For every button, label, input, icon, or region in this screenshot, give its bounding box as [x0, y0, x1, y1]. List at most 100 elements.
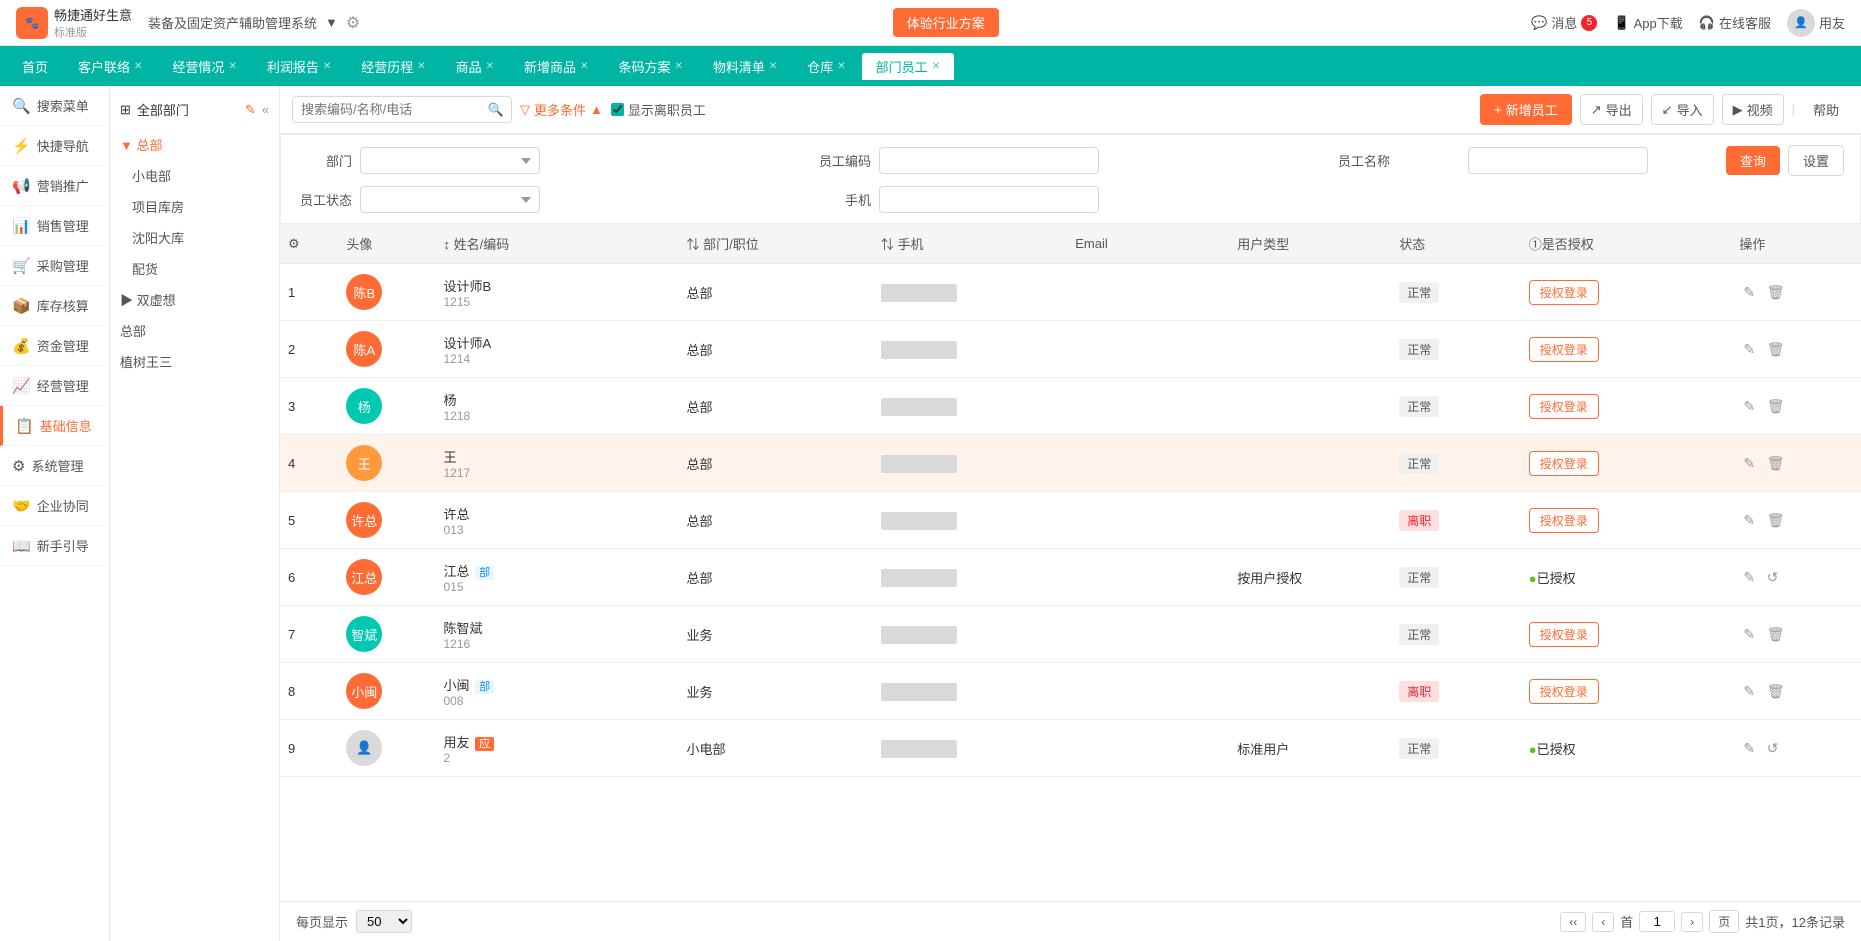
tab-home[interactable]: 首页: [8, 53, 62, 80]
close-icon[interactable]: ✕: [932, 61, 940, 72]
delete-btn[interactable]: ↺: [1763, 738, 1783, 759]
dept-edit-icon[interactable]: ✎: [245, 102, 256, 118]
dept-child-distribution[interactable]: 配货: [110, 253, 279, 284]
app-download-btn[interactable]: 📱 App下载: [1613, 13, 1682, 32]
dept-node-planting[interactable]: 植树王三: [110, 346, 279, 377]
dept-child-shenyang[interactable]: 沈阳大库: [110, 222, 279, 253]
search-input[interactable]: [292, 96, 512, 123]
dept-node-general[interactable]: ▼ 总部: [110, 129, 279, 160]
dept-node-hq[interactable]: 总部: [110, 315, 279, 346]
search-icon[interactable]: 🔍: [488, 102, 504, 118]
delete-btn[interactable]: ↺: [1763, 567, 1783, 588]
prev-page-btn[interactable]: ‹: [1592, 912, 1614, 932]
close-icon[interactable]: ✕: [417, 61, 425, 72]
edit-btn[interactable]: ✎: [1739, 453, 1759, 474]
edit-btn[interactable]: ✎: [1739, 282, 1759, 303]
tab-customer[interactable]: 客户联络 ✕: [64, 53, 156, 80]
add-employee-btn[interactable]: + 新增员工: [1480, 94, 1572, 125]
tab-barcode[interactable]: 条码方案 ✕: [604, 53, 696, 80]
delete-btn[interactable]: 🗑: [1763, 510, 1789, 531]
authorize-btn[interactable]: 授权登录: [1529, 679, 1599, 704]
sidebar-item-basic[interactable]: 📋 基础信息: [0, 406, 109, 446]
edit-btn[interactable]: ✎: [1739, 339, 1759, 360]
sidebar-item-sales[interactable]: 📊 销售管理: [0, 206, 109, 246]
resigned-checkbox-input[interactable]: [611, 103, 624, 116]
edit-btn[interactable]: ✎: [1739, 681, 1759, 702]
video-btn[interactable]: ▶ 视频: [1722, 94, 1784, 125]
export-btn[interactable]: ↗ 导出: [1580, 94, 1643, 125]
tab-history[interactable]: 经营历程 ✕: [347, 53, 439, 80]
sidebar-item-quicknav[interactable]: ⚡ 快捷导航: [0, 126, 109, 166]
tab-employees[interactable]: 部门员工 ✕: [862, 53, 954, 80]
sidebar-item-guide[interactable]: 📖 新手引导: [0, 526, 109, 566]
col-dept[interactable]: ⇅ 部门/职位: [678, 224, 872, 264]
show-resigned-checkbox[interactable]: 显示离职员工: [611, 100, 706, 119]
dept-filter-select[interactable]: [360, 147, 540, 174]
delete-btn[interactable]: 🗑: [1763, 339, 1789, 360]
edit-btn[interactable]: ✎: [1739, 396, 1759, 417]
settings-btn[interactable]: ⚙: [346, 13, 360, 33]
dept-collapse-icon[interactable]: «: [262, 102, 269, 117]
page-size-select[interactable]: 50 100: [356, 910, 412, 933]
tab-add-goods[interactable]: 新增商品 ✕: [510, 53, 602, 80]
emp-name-input[interactable]: [1468, 147, 1648, 174]
sidebar-item-collab[interactable]: 🤝 企业协同: [0, 486, 109, 526]
close-icon[interactable]: ✕: [323, 61, 331, 72]
phone-input[interactable]: [879, 186, 1099, 213]
tab-bom[interactable]: 物料清单 ✕: [699, 53, 791, 80]
import-btn[interactable]: ↙ 导入: [1651, 94, 1714, 125]
system-dropdown-btn[interactable]: ▼: [325, 15, 338, 30]
tab-goods[interactable]: 商品 ✕: [442, 53, 508, 80]
authorize-btn[interactable]: 授权登录: [1529, 394, 1599, 419]
close-icon[interactable]: ✕: [228, 61, 236, 72]
edit-btn[interactable]: ✎: [1739, 624, 1759, 645]
sidebar-item-search[interactable]: 🔍 搜索菜单: [0, 86, 109, 126]
next-page-btn[interactable]: ›: [1681, 912, 1703, 932]
message-btn[interactable]: 💬 消息 5: [1531, 13, 1597, 32]
page-input[interactable]: [1639, 911, 1675, 932]
sidebar-item-inventory[interactable]: 📦 库存核算: [0, 286, 109, 326]
first-page-btn[interactable]: ‹‹: [1560, 912, 1586, 932]
col-phone[interactable]: ⇅ 手机: [873, 224, 1067, 264]
close-icon[interactable]: ✕: [486, 61, 494, 72]
close-icon[interactable]: ✕: [674, 61, 682, 72]
close-icon[interactable]: ✕: [837, 61, 845, 72]
emp-code-input[interactable]: [879, 147, 1099, 174]
delete-btn[interactable]: 🗑: [1763, 282, 1789, 303]
set-btn[interactable]: 设置: [1788, 145, 1844, 176]
tab-operation[interactable]: 经营情况 ✕: [158, 53, 250, 80]
sidebar-item-management[interactable]: 📈 经营管理: [0, 366, 109, 406]
authorize-btn[interactable]: 授权登录: [1529, 451, 1599, 476]
edit-btn[interactable]: ✎: [1739, 738, 1759, 759]
close-icon[interactable]: ✕: [769, 61, 777, 72]
close-icon[interactable]: ✕: [134, 61, 142, 72]
dept-child-project[interactable]: 项目库房: [110, 191, 279, 222]
last-page-btn[interactable]: 页: [1709, 910, 1739, 933]
authorize-btn[interactable]: 授权登录: [1529, 622, 1599, 647]
user-avatar-btn[interactable]: 👤 用友: [1787, 9, 1845, 37]
dept-child-electronics[interactable]: 小电部: [110, 160, 279, 191]
emp-status-select[interactable]: [360, 186, 540, 213]
search-btn[interactable]: 查询: [1726, 146, 1780, 175]
close-icon[interactable]: ✕: [580, 61, 588, 72]
dept-node-virtual[interactable]: ▶ 双虚想: [110, 284, 279, 315]
authorize-btn[interactable]: 授权登录: [1529, 508, 1599, 533]
trial-btn[interactable]: 体验行业方案: [893, 8, 999, 37]
edit-btn[interactable]: ✎: [1739, 510, 1759, 531]
more-filter-btn[interactable]: ▽ 更多条件 ▲: [520, 100, 603, 119]
tab-warehouse[interactable]: 仓库 ✕: [793, 53, 859, 80]
delete-btn[interactable]: 🗑: [1763, 681, 1789, 702]
delete-btn[interactable]: 🗑: [1763, 396, 1789, 417]
sidebar-item-marketing[interactable]: 📢 营销推广: [0, 166, 109, 206]
help-btn[interactable]: 帮助: [1803, 95, 1849, 124]
edit-btn[interactable]: ✎: [1739, 567, 1759, 588]
authorize-btn[interactable]: 授权登录: [1529, 337, 1599, 362]
online-service-btn[interactable]: 🎧 在线客服: [1699, 13, 1771, 32]
col-name[interactable]: ↕ 姓名/编码: [436, 224, 679, 264]
authorize-btn[interactable]: 授权登录: [1529, 280, 1599, 305]
delete-btn[interactable]: 🗑: [1763, 453, 1789, 474]
sidebar-item-purchase[interactable]: 🛒 采购管理: [0, 246, 109, 286]
sidebar-item-finance[interactable]: 💰 资金管理: [0, 326, 109, 366]
sidebar-item-system[interactable]: ⚙ 系统管理: [0, 446, 109, 486]
tab-profit[interactable]: 利润报告 ✕: [253, 53, 345, 80]
